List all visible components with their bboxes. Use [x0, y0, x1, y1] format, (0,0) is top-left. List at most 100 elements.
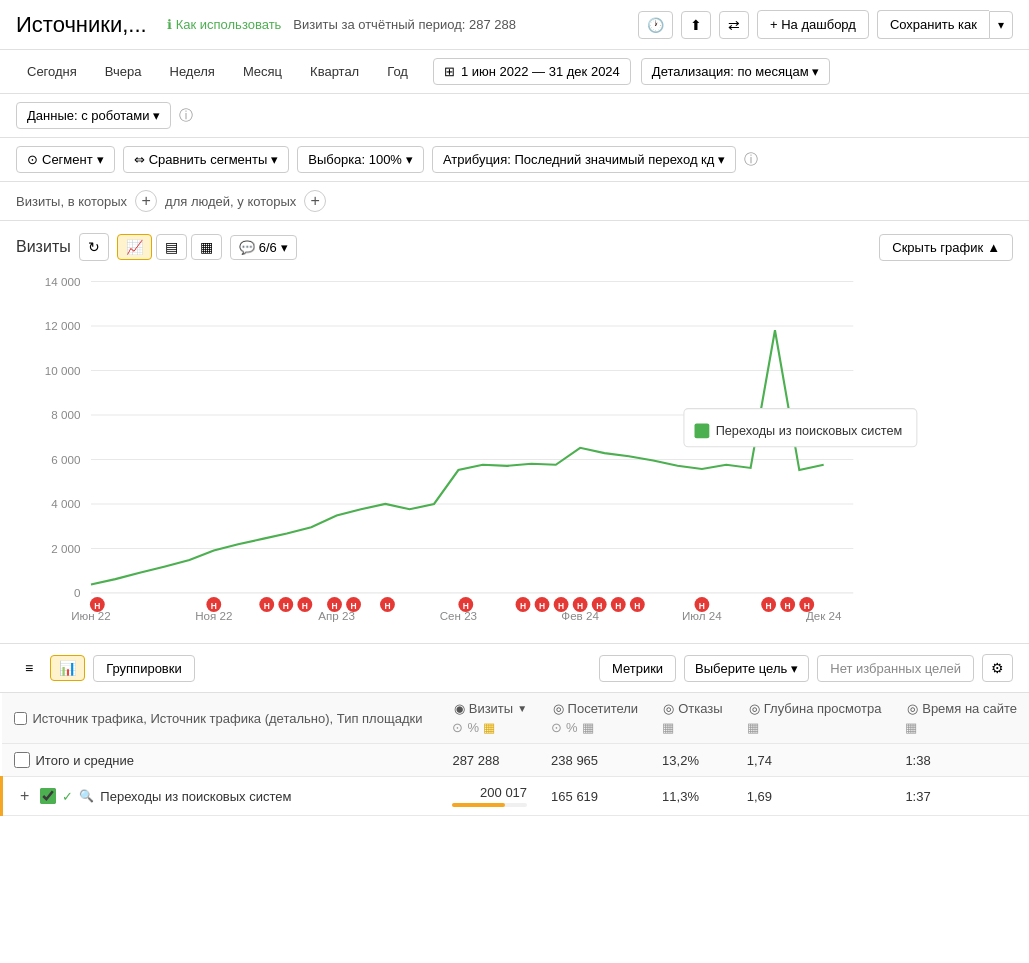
period-year[interactable]: Год	[376, 58, 419, 85]
calendar-icon: ⊞	[444, 64, 455, 79]
table-row: + ✓ 🔍 Переходы из поисковых систем 200 0…	[2, 777, 1030, 816]
compare-btn[interactable]: ⇄	[719, 11, 749, 39]
groupings-btn[interactable]: Группировки	[93, 655, 195, 682]
col-visits-header[interactable]: ◉ Визиты ▼ ⊙ % ▦	[440, 693, 539, 744]
svg-text:Сен 23: Сен 23	[440, 609, 477, 622]
chart-header: Визиты ↻ 📈 ▤ ▦ 💬 6/6 ▾ Скрыть график ▲	[16, 233, 1013, 261]
metrics-count-badge[interactable]: 💬 6/6 ▾	[230, 235, 297, 260]
attribution-btn[interactable]: Атрибуция: Последний значимый переход кд…	[432, 146, 736, 173]
svg-text:H: H	[766, 601, 772, 611]
svg-text:H: H	[577, 601, 583, 611]
period-yesterday[interactable]: Вчера	[94, 58, 153, 85]
compare-segments-btn[interactable]: ⇔ Сравнить сегменты ▾	[123, 146, 290, 173]
svg-text:8 000: 8 000	[51, 408, 81, 421]
row-source: + ✓ 🔍 Переходы из поисковых систем	[2, 777, 441, 816]
svg-text:12 000: 12 000	[45, 319, 81, 332]
svg-text:2 000: 2 000	[51, 542, 81, 555]
expand-row-btn[interactable]: +	[15, 786, 34, 806]
row-bounces: 11,3%	[650, 777, 735, 816]
data-table: Источник трафика, Источник трафика (дета…	[0, 693, 1029, 816]
chevron-down-icon: ▾	[97, 152, 104, 167]
detail-btn[interactable]: Детализация: по месяцам ▾	[641, 58, 830, 85]
segment-row: ⊙ Сегмент ▾ ⇔ Сравнить сегменты ▾ Выборк…	[0, 138, 1029, 182]
save-main-btn[interactable]: Сохранить как	[877, 10, 989, 39]
table-list-btn[interactable]: ≡	[16, 655, 42, 681]
goal-select-btn[interactable]: Выберите цель ▾	[684, 655, 809, 682]
bar-chart-icon-4[interactable]: ▦	[747, 720, 759, 735]
chart-refresh-btn[interactable]: ↻	[79, 233, 109, 261]
col-source-header: Источник трафика, Источник трафика (дета…	[2, 693, 441, 744]
chevron-down-icon: ▾	[812, 64, 819, 79]
table-header-row: Источник трафика, Источник трафика (дета…	[2, 693, 1030, 744]
period-week[interactable]: Неделя	[159, 58, 226, 85]
table-toolbar: ≡ 📊 Группировки Метрики Выберите цель ▾ …	[0, 644, 1029, 693]
visits-info: Визиты за отчётный период: 287 288	[293, 17, 516, 32]
filter-info-icon[interactable]: ⓘ	[179, 107, 193, 125]
period-month[interactable]: Месяц	[232, 58, 293, 85]
svg-text:4 000: 4 000	[51, 497, 81, 510]
svg-text:H: H	[596, 601, 602, 611]
total-visits: 287 288	[440, 744, 539, 777]
bar-chart-icon-2[interactable]: ▦	[582, 720, 594, 735]
export-btn[interactable]: ⬆	[681, 11, 711, 39]
clock-btn[interactable]: 🕐	[638, 11, 673, 39]
select-all-checkbox[interactable]	[14, 712, 27, 725]
chart-bar-btn[interactable]: ▦	[191, 234, 222, 260]
row-checkbox[interactable]	[40, 788, 56, 804]
line-chart: 14 000 12 000 10 000 8 000 6 000 4 000 2…	[16, 271, 1013, 631]
radio-icon-5: ◎	[907, 701, 918, 716]
table-chart-btn[interactable]: 📊	[50, 655, 85, 681]
period-quarter[interactable]: Квартал	[299, 58, 370, 85]
dashboard-btn-group: + На дашборд	[757, 10, 869, 39]
period-toolbar: Сегодня Вчера Неделя Месяц Квартал Год ⊞…	[0, 50, 1029, 94]
bar-chart-icon[interactable]: ▦	[483, 720, 495, 735]
segment-btn[interactable]: ⊙ Сегмент ▾	[16, 146, 115, 173]
row-visits: 200 017	[440, 777, 539, 816]
total-visitors: 238 965	[539, 744, 650, 777]
row-visitors: 165 619	[539, 777, 650, 816]
badge-icon: 💬	[239, 240, 255, 255]
sample-btn[interactable]: Выборка: 100% ▾	[297, 146, 424, 173]
save-dropdown-btn[interactable]: ▾	[989, 11, 1013, 39]
how-to-use-link[interactable]: ℹ Как использовать	[167, 17, 282, 32]
total-checkbox[interactable]	[14, 752, 30, 768]
bar-chart-icon-5[interactable]: ▦	[905, 720, 917, 735]
page-header: Источники,... ℹ Как использовать Визиты …	[0, 0, 1029, 50]
radio-icon-4: ◎	[749, 701, 760, 716]
total-label: Итого и средние	[2, 744, 441, 777]
add-visit-condition-btn[interactable]: +	[135, 190, 157, 212]
metrics-btn[interactable]: Метрики	[599, 655, 676, 682]
chart-section: Визиты ↻ 📈 ▤ ▦ 💬 6/6 ▾ Скрыть график ▲	[0, 221, 1029, 644]
bar-chart-icon-3[interactable]: ▦	[662, 720, 674, 735]
data-filter-btn[interactable]: Данные: с роботами ▾	[16, 102, 171, 129]
fav-goals-btn[interactable]: Нет избранных целей	[817, 655, 974, 682]
table-settings-btn[interactable]: ⚙	[982, 654, 1013, 682]
visits-condition-label: Визиты, в которых	[16, 194, 127, 209]
svg-text:H: H	[94, 601, 100, 611]
col-bounces-header: ◎ Отказы ▦	[650, 693, 735, 744]
sort-arrow: ▼	[517, 703, 527, 714]
svg-text:Переходы из поисковых систем: Переходы из поисковых систем	[716, 424, 903, 438]
chart-line-btn[interactable]: 📈	[117, 234, 152, 260]
row-depth: 1,69	[735, 777, 894, 816]
total-bounces: 13,2%	[650, 744, 735, 777]
pie-chart-icon-2[interactable]: ⊙	[551, 720, 562, 735]
svg-text:H: H	[283, 601, 289, 611]
percent-icon-2[interactable]: %	[566, 720, 578, 735]
svg-text:H: H	[634, 601, 640, 611]
save-btn-group: Сохранить как ▾	[877, 10, 1013, 39]
svg-text:H: H	[264, 601, 270, 611]
hide-chart-btn[interactable]: Скрыть график ▲	[879, 234, 1013, 261]
attr-info-icon[interactable]: ⓘ	[744, 151, 758, 169]
percent-icon[interactable]: %	[467, 720, 479, 735]
svg-rect-64	[695, 423, 710, 438]
date-range-btn[interactable]: ⊞ 1 июн 2022 — 31 дек 2024	[433, 58, 631, 85]
pie-chart-icon[interactable]: ⊙	[452, 720, 463, 735]
svg-text:H: H	[463, 601, 469, 611]
radio-icon-3: ◎	[663, 701, 674, 716]
chart-area-btn[interactable]: ▤	[156, 234, 187, 260]
add-people-condition-btn[interactable]: +	[304, 190, 326, 212]
row-name-label: Переходы из поисковых систем	[100, 789, 291, 804]
period-today[interactable]: Сегодня	[16, 58, 88, 85]
add-dashboard-btn[interactable]: + На дашборд	[757, 10, 869, 39]
